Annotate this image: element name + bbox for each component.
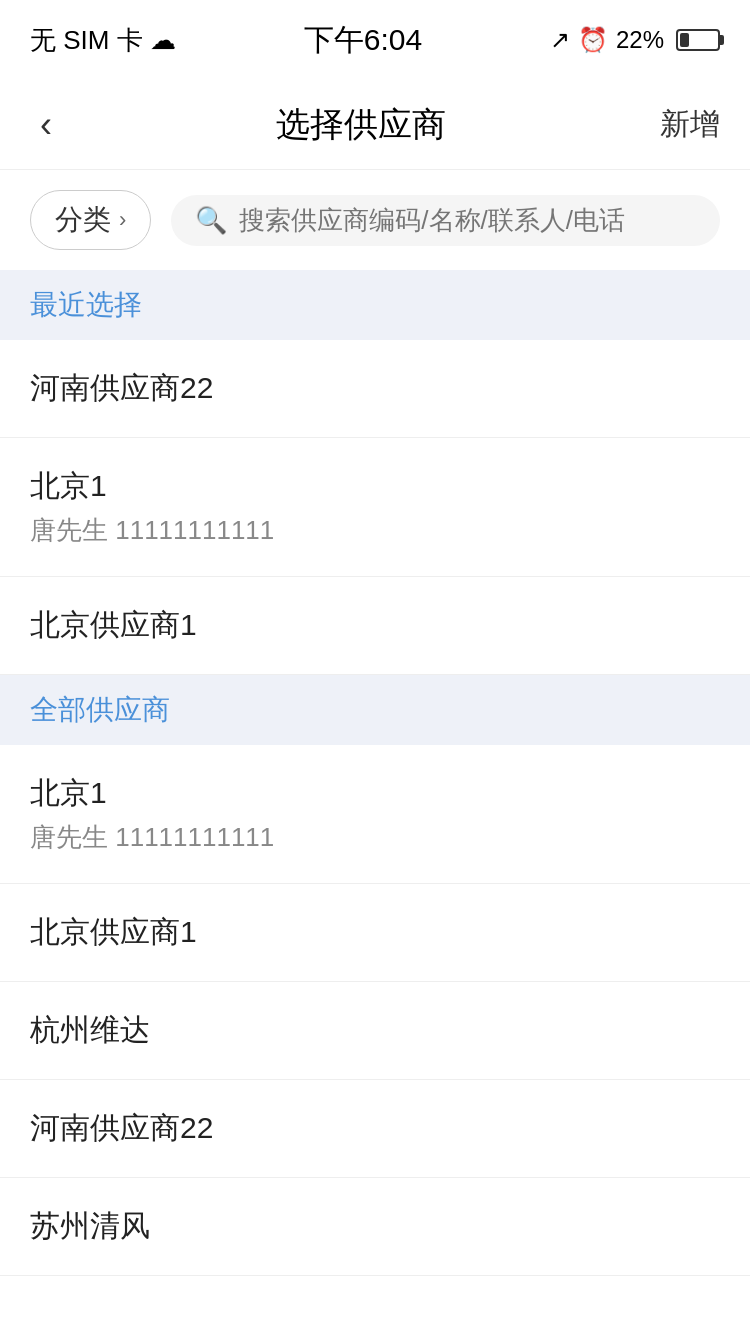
item-contact: 唐先生 11111111111 [30, 820, 720, 855]
status-time: 下午6:04 [304, 20, 422, 61]
all-section-label: 全部供应商 [30, 694, 170, 725]
item-name: 北京供应商1 [30, 605, 720, 646]
page-title: 选择供应商 [276, 102, 446, 148]
item-name: 北京1 [30, 773, 720, 814]
item-name: 北京1 [30, 466, 720, 507]
category-button[interactable]: 分类 › [30, 190, 151, 250]
recent-section-label: 最近选择 [30, 289, 142, 320]
list-item[interactable]: 河南供应商22 [0, 340, 750, 438]
status-left: 无 SIM 卡 ☁ [30, 23, 176, 58]
back-button[interactable]: ‹ [30, 94, 62, 156]
all-list: 北京1 唐先生 11111111111 北京供应商1 杭州维达 河南供应商22 … [0, 745, 750, 1276]
item-name: 河南供应商22 [30, 368, 720, 409]
list-item[interactable]: 杭州维达 [0, 982, 750, 1080]
chevron-right-icon: › [119, 207, 126, 233]
item-name: 北京供应商1 [30, 912, 720, 953]
list-item[interactable]: 河南供应商22 [0, 1080, 750, 1178]
list-item[interactable]: 苏州清风 [0, 1178, 750, 1276]
list-item[interactable]: 北京1 唐先生 11111111111 [0, 438, 750, 577]
all-section-header: 全部供应商 [0, 675, 750, 745]
add-button[interactable]: 新增 [660, 104, 720, 145]
filter-bar: 分类 › 🔍 [0, 170, 750, 270]
item-name: 苏州清风 [30, 1206, 720, 1247]
battery-icon [676, 29, 720, 51]
list-item[interactable]: 北京供应商1 [0, 884, 750, 982]
search-icon: 🔍 [195, 205, 227, 236]
alarm-icon: ⏰ [578, 26, 608, 54]
search-box[interactable]: 🔍 [171, 195, 720, 246]
list-item[interactable]: 北京供应商1 [0, 577, 750, 675]
item-contact: 唐先生 11111111111 [30, 513, 720, 548]
item-name: 河南供应商22 [30, 1108, 720, 1149]
location-icon: ↗ [550, 26, 570, 54]
search-input[interactable] [239, 205, 696, 236]
list-item[interactable]: 北京1 唐先生 11111111111 [0, 745, 750, 884]
nav-bar: ‹ 选择供应商 新增 [0, 80, 750, 170]
recent-section-header: 最近选择 [0, 270, 750, 340]
battery-percent: 22% [616, 26, 664, 54]
no-sim-text: 无 SIM 卡 ☁ [30, 23, 176, 58]
category-label: 分类 [55, 201, 111, 239]
status-bar: 无 SIM 卡 ☁ 下午6:04 ↗ ⏰ 22% [0, 0, 750, 80]
item-name: 杭州维达 [30, 1010, 720, 1051]
recent-list: 河南供应商22 北京1 唐先生 11111111111 北京供应商1 [0, 340, 750, 675]
status-right: ↗ ⏰ 22% [550, 26, 720, 54]
